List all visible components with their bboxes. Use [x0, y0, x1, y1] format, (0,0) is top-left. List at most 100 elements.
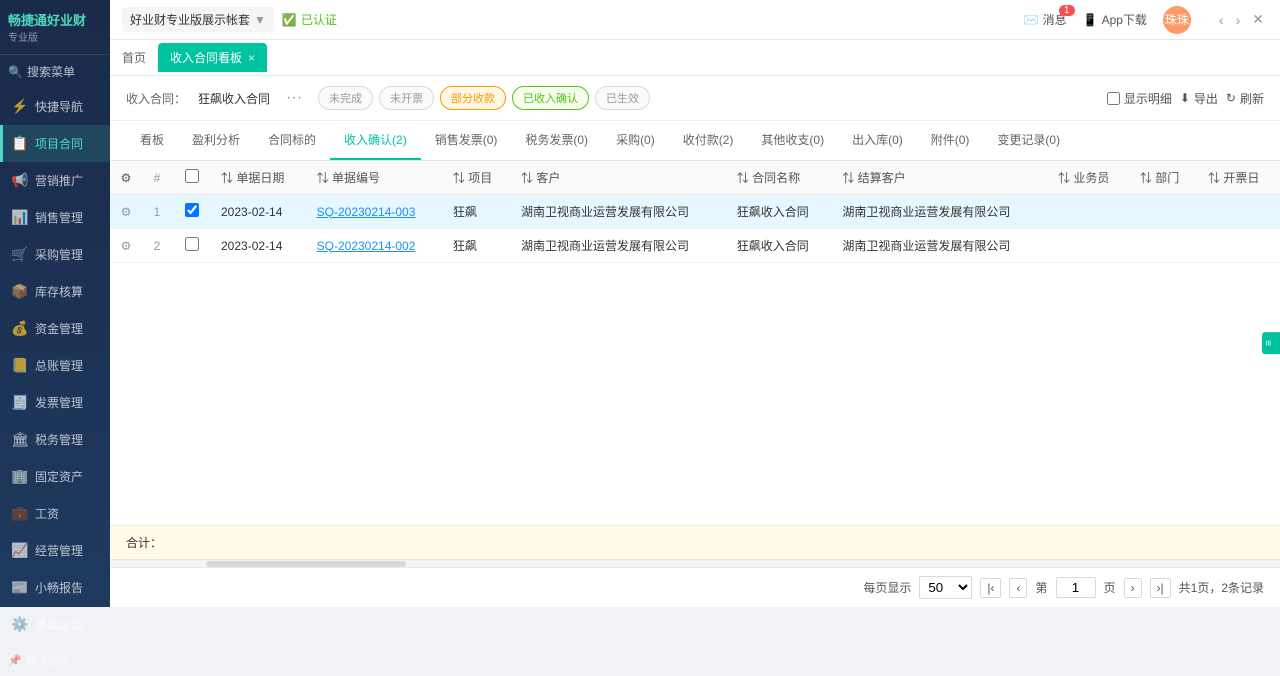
total-records: 共1页，2条记录: [1179, 579, 1264, 596]
row-settings-0[interactable]: ⚙: [110, 195, 142, 229]
nav-prev-button[interactable]: ‹: [1215, 10, 1228, 30]
table-row[interactable]: ⚙ 1 2023-02-14 SQ-20230214-003 狂飙 湖南卫视商业…: [110, 195, 1280, 229]
nav-close-button[interactable]: ✕: [1248, 9, 1268, 30]
row-select-1[interactable]: [185, 237, 199, 251]
contract-title-prefix: 收入合同：: [126, 90, 186, 107]
row-project-1: 狂飙: [443, 229, 511, 263]
sidebar-item-label: 固定资产: [35, 468, 83, 485]
sidebar-item-label: 工资: [35, 505, 59, 522]
sidebar-item-label: 库存核算: [35, 283, 83, 300]
sidebar-item-fund[interactable]: 💰资金管理: [0, 310, 110, 347]
docno-column-header[interactable]: ⇅ 单据编号: [307, 161, 443, 195]
user-avatar[interactable]: 珠珠: [1163, 6, 1191, 34]
docno-link-0[interactable]: SQ-20230214-003: [317, 205, 416, 219]
status-incomplete-button[interactable]: 未完成: [318, 86, 373, 110]
next-page-button[interactable]: ›: [1124, 578, 1142, 598]
sidebar-item-general[interactable]: 📒总账管理: [0, 347, 110, 384]
sidebar-item-tax[interactable]: 🏛税务管理: [0, 421, 110, 458]
opendate-column-header[interactable]: ⇅ 开票日: [1198, 161, 1280, 195]
export-button[interactable]: ⬇ 导出: [1180, 90, 1218, 107]
status-confirmed-button[interactable]: 已收入确认: [512, 86, 589, 110]
per-page-select[interactable]: 50 100 200: [919, 576, 972, 599]
subtab-payment[interactable]: 收付款(2): [669, 121, 748, 160]
show-detail-checkbox[interactable]: 显示明细: [1107, 90, 1172, 107]
invoice-icon: 🧾: [11, 394, 29, 411]
sidebar-item-inventory[interactable]: 📦库存核算: [0, 273, 110, 310]
subtab-tax_invoice[interactable]: 税务发票(0): [511, 121, 602, 160]
horizontal-scrollbar[interactable]: [110, 559, 1280, 567]
active-tab[interactable]: 收入合同看板 ×: [158, 43, 267, 72]
topbar-right: ✉️ 消息 1 📱 App下载 珠珠 ‹ › ✕: [1024, 6, 1268, 34]
page-label: 页: [1104, 579, 1116, 596]
sidebar-item-marketing[interactable]: 📢营销推广: [0, 162, 110, 199]
search-icon: 🔍: [8, 65, 23, 79]
row-docno-1[interactable]: SQ-20230214-002: [307, 229, 443, 263]
sidebar-item-report[interactable]: 📰小畅报告: [0, 569, 110, 606]
subtab-profit[interactable]: 盈利分析: [178, 121, 254, 160]
select-all-checkbox[interactable]: [185, 169, 199, 183]
row-checkbox-1[interactable]: [172, 229, 211, 263]
contractname-column-header[interactable]: ⇅ 合同名称: [727, 161, 833, 195]
message-button[interactable]: ✉️ 消息 1: [1024, 11, 1067, 28]
nav-next-button[interactable]: ›: [1232, 10, 1245, 30]
salesperson-column-header[interactable]: ⇅ 业务员: [1048, 161, 1130, 195]
sidebar-item-label: 总账管理: [35, 357, 83, 374]
sidebar-item-labor[interactable]: 💼工资: [0, 495, 110, 532]
status-partial-button[interactable]: 部分收款: [440, 86, 506, 110]
sidebar-item-project[interactable]: 📋项目合同: [0, 125, 110, 162]
last-page-button[interactable]: ›|: [1150, 578, 1171, 598]
sidebar-item-purchase[interactable]: 🛒采购管理: [0, 236, 110, 273]
contract-more-button[interactable]: ···: [282, 89, 306, 107]
show-detail-input[interactable]: [1107, 92, 1120, 105]
sidebar-quick-nav[interactable]: ⚡ 快捷导航: [0, 88, 110, 125]
endcustomer-column-header[interactable]: ⇅ 结算客户: [832, 161, 1048, 195]
sidebar-item-ops[interactable]: 📈经营管理: [0, 532, 110, 569]
sidebar-item-invoice[interactable]: 🧾发票管理: [0, 384, 110, 421]
row-docno-0[interactable]: SQ-20230214-003: [307, 195, 443, 229]
table-row[interactable]: ⚙ 2 2023-02-14 SQ-20230214-002 狂飙 湖南卫视商业…: [110, 229, 1280, 263]
right-panel-tab[interactable]: ≡: [1262, 332, 1280, 354]
home-tab[interactable]: 首页: [122, 49, 158, 66]
certified-label: 已认证: [301, 11, 337, 28]
settings-column-header[interactable]: ⚙: [110, 161, 142, 195]
page-input[interactable]: [1056, 577, 1096, 598]
refresh-icon: ↻: [1226, 91, 1236, 105]
sort-icon: ⇅: [317, 171, 329, 185]
ops-icon: 📈: [11, 542, 29, 559]
sidebar-item-basic[interactable]: ⚙️基础信息: [0, 606, 110, 643]
subtab-other_income[interactable]: 其他收支(0): [747, 121, 838, 160]
docno-link-1[interactable]: SQ-20230214-002: [317, 239, 416, 253]
subtab-purchase[interactable]: 采购(0): [602, 121, 669, 160]
company-selector[interactable]: 好业财专业版展示帐套 ▼: [122, 7, 274, 32]
app-download-button[interactable]: 📱 App下载: [1083, 11, 1147, 28]
sidebar-search[interactable]: 🔍 搜索菜单: [0, 55, 110, 88]
scroll-thumb[interactable]: [206, 561, 406, 567]
subtab-sales_invoice[interactable]: 销售发票(0): [421, 121, 512, 160]
department-column-header[interactable]: ⇅ 部门: [1130, 161, 1198, 195]
status-unopened-button[interactable]: 未开票: [379, 86, 434, 110]
tab-close-button[interactable]: ×: [248, 51, 255, 65]
prev-page-button[interactable]: ‹: [1009, 578, 1027, 598]
first-page-button[interactable]: |‹: [980, 578, 1001, 598]
sidebar-logo: 畅捷通好业财 专业版: [0, 0, 110, 55]
row-checkbox-0[interactable]: [172, 195, 211, 229]
row-select-0[interactable]: [185, 203, 199, 217]
fund-icon: 💰: [11, 320, 29, 337]
subtab-kanban[interactable]: 看板: [126, 121, 178, 160]
subtab-warehouse[interactable]: 出入库(0): [838, 121, 917, 160]
subtab-change_log[interactable]: 变更记录(0): [983, 121, 1074, 160]
sidebar-item-fixed[interactable]: 🏢固定资产: [0, 458, 110, 495]
header-actions: 显示明细 ⬇ 导出 ↻ 刷新: [1107, 90, 1264, 107]
project-column-header[interactable]: ⇅ 项目: [443, 161, 511, 195]
customer-column-header[interactable]: ⇅ 客户: [511, 161, 727, 195]
subtab-attachments[interactable]: 附件(0): [917, 121, 984, 160]
date-column-header[interactable]: ⇅ 单据日期: [211, 161, 307, 195]
sidebar-item-sales[interactable]: 📊销售管理: [0, 199, 110, 236]
status-effective-button[interactable]: 已生效: [595, 86, 650, 110]
subtab-contract_standard[interactable]: 合同标的: [254, 121, 330, 160]
sidebar-unpin[interactable]: 📌 取消固定: [0, 643, 110, 676]
sort-icon: ⇅: [1140, 171, 1152, 185]
subtab-income_confirm[interactable]: 收入确认(2): [330, 121, 421, 160]
row-settings-1[interactable]: ⚙: [110, 229, 142, 263]
refresh-button[interactable]: ↻ 刷新: [1226, 90, 1264, 107]
